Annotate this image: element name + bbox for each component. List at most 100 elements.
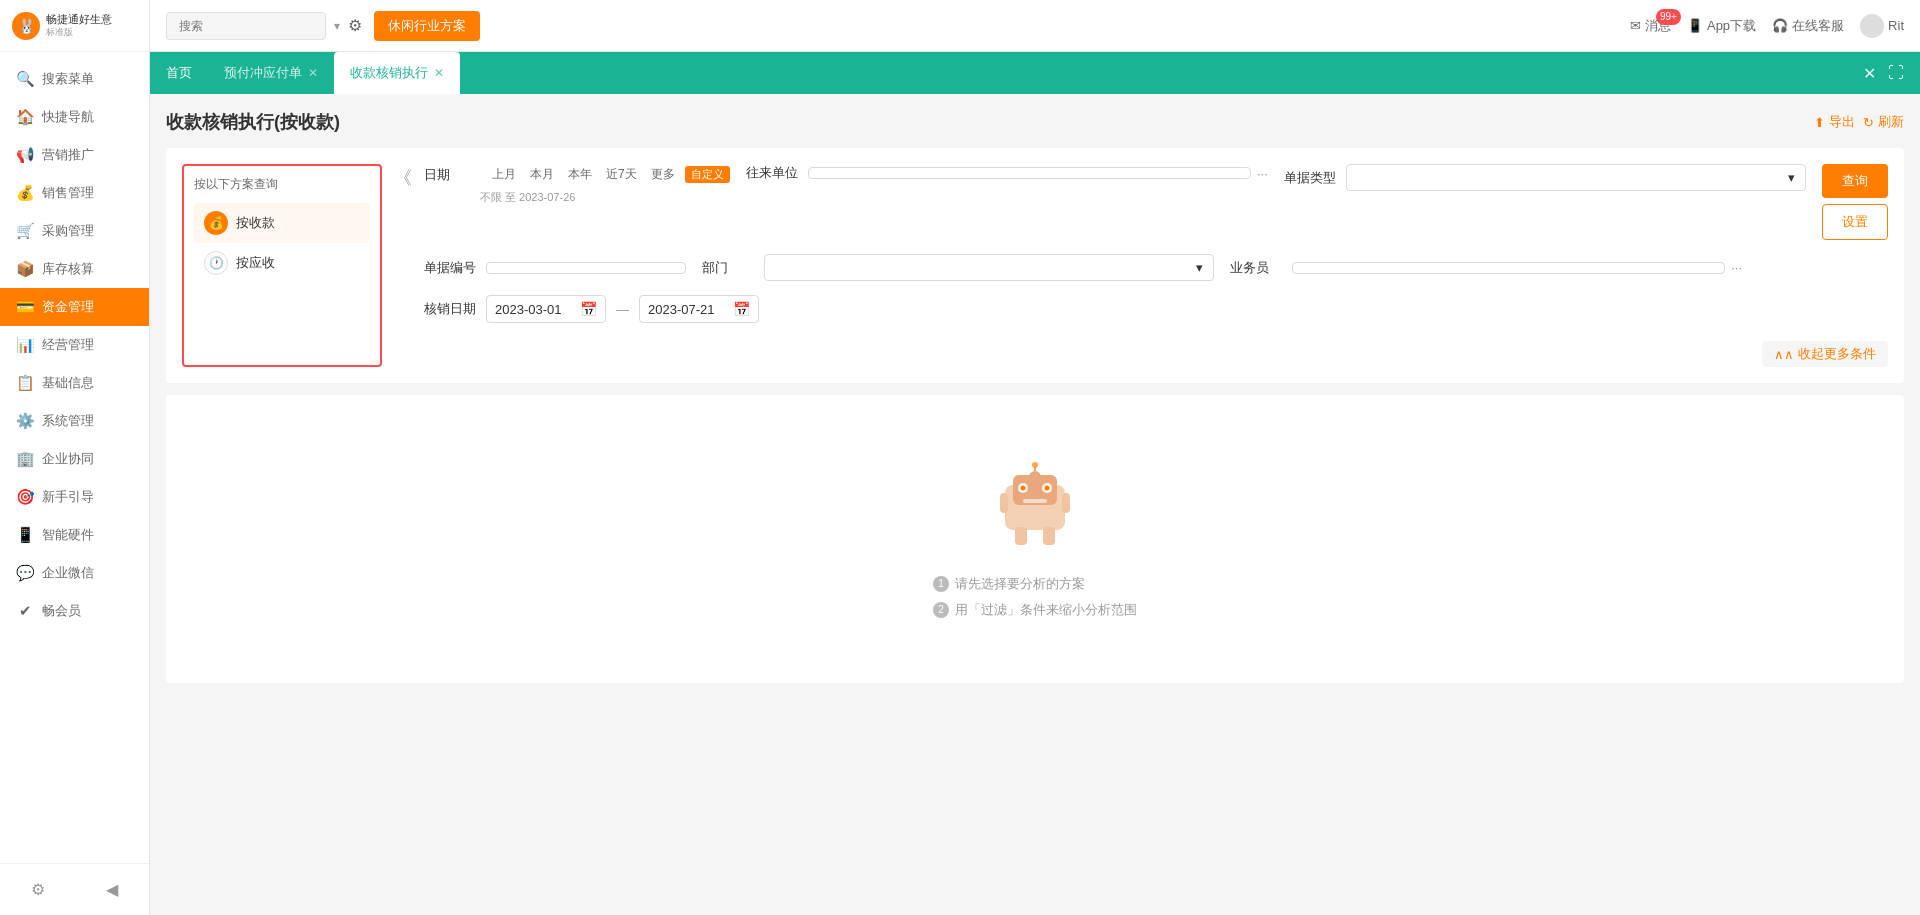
sidebar-item-search[interactable]: 🔍 搜索菜单 [0, 60, 149, 98]
writeoff-date-end[interactable]: 2023-07-21 📅 [639, 295, 759, 323]
tab-writeoff[interactable]: 收款核销执行 ✕ [334, 52, 460, 94]
message-button[interactable]: ✉ 消息 99+ [1630, 17, 1671, 35]
settings-bottom-icon[interactable]: ⚙ [27, 876, 49, 903]
filter-settings-button[interactable]: 设置 [1822, 204, 1888, 240]
marketing-label: 营销推广 [42, 146, 94, 164]
filter-by-receipt[interactable]: 💰 按收款 [194, 203, 370, 243]
date-this-month[interactable]: 本月 [526, 164, 558, 185]
sidebar-item-vip[interactable]: ✔ 畅会员 [0, 592, 149, 630]
svg-point-11 [1029, 471, 1041, 483]
tab-prepay-close[interactable]: ✕ [308, 66, 318, 80]
writeoff-date-start[interactable]: 2023-03-01 📅 [486, 295, 606, 323]
tab-prepay[interactable]: 预付冲应付单 ✕ [208, 52, 334, 94]
sidebar-item-basic[interactable]: 📋 基础信息 [0, 364, 149, 402]
svg-rect-7 [1000, 493, 1008, 513]
inventory-label: 库存核算 [42, 260, 94, 278]
quicknav-label: 快捷导航 [42, 108, 94, 126]
doc-type-dropdown-icon: ▾ [1788, 170, 1795, 185]
doc-type-select[interactable]: ▾ [1346, 164, 1806, 191]
query-button[interactable]: 查询 [1822, 164, 1888, 198]
app-download-button[interactable]: 📱 App下载 [1687, 17, 1756, 35]
sidebar-item-sales[interactable]: 💰 销售管理 [0, 174, 149, 212]
svg-rect-6 [1023, 499, 1047, 503]
date-dash: — [616, 302, 629, 317]
sidebar-bottom: ⚙ ◀ [0, 863, 149, 915]
staff-input[interactable] [1292, 262, 1725, 274]
tab-bar-extra: ✕ ⛶ [1859, 60, 1920, 87]
filter-more-row: ∧∧ 收起更多条件 [424, 337, 1888, 367]
wechat-icon: 💬 [16, 564, 34, 582]
staff-dots[interactable]: ··· [1731, 260, 1742, 275]
tab-writeoff-label: 收款核销执行 [350, 64, 428, 82]
date-more[interactable]: 更多 [647, 164, 679, 185]
counterparty-dots[interactable]: ··· [1257, 166, 1268, 181]
svg-rect-9 [1015, 527, 1027, 545]
writeoff-end-cal-icon: 📅 [733, 301, 750, 317]
message-icon: ✉ [1630, 18, 1641, 33]
sidebar-item-finance[interactable]: 💳 资金管理 [0, 288, 149, 326]
empty-tip-2: 2 用「过滤」条件来缩小分析范围 [933, 597, 1137, 623]
online-service-button[interactable]: 🎧 在线客服 [1772, 17, 1844, 35]
user-avatar [1860, 14, 1884, 38]
empty-illustration [985, 455, 1085, 555]
tab-writeoff-close[interactable]: ✕ [434, 66, 444, 80]
refresh-icon: ↻ [1863, 115, 1874, 130]
empty-tips: 1 请先选择要分析的方案 2 用「过滤」条件来缩小分析范围 [933, 571, 1137, 623]
system-label: 系统管理 [42, 412, 94, 430]
tab-bar: 首页 预付冲应付单 ✕ 收款核销执行 ✕ ✕ ⛶ [150, 52, 1920, 94]
user-avatar-area[interactable]: Rit [1860, 14, 1904, 38]
empty-state: 1 请先选择要分析的方案 2 用「过滤」条件来缩小分析范围 [166, 395, 1904, 683]
counterparty-input[interactable] [808, 167, 1251, 179]
tab-home[interactable]: 首页 [150, 52, 208, 94]
filter-collapse-button[interactable]: 《 [394, 166, 412, 190]
filter-left-panel: 按以下方案查询 💰 按收款 🕐 按应收 [182, 164, 382, 367]
solution-button[interactable]: 休闲行业方案 [374, 11, 480, 41]
doc-no-input[interactable] [486, 262, 686, 274]
export-button[interactable]: ⬆ 导出 [1814, 113, 1855, 131]
collapse-sidebar-icon[interactable]: ◀ [102, 876, 122, 903]
sidebar-item-quicknav[interactable]: 🏠 快捷导航 [0, 98, 149, 136]
tip-text-1: 请先选择要分析的方案 [955, 571, 1085, 597]
service-icon: 🎧 [1772, 18, 1788, 33]
doc-no-label: 单据编号 [424, 259, 480, 277]
header-gear-icon[interactable]: ⚙ [348, 16, 362, 35]
guide-label: 新手引导 [42, 488, 94, 506]
service-label: 在线客服 [1792, 17, 1844, 35]
tab-expand-button[interactable]: ⛶ [1884, 60, 1908, 86]
date-custom[interactable]: 自定义 [685, 166, 730, 183]
logo-text: 畅捷通好生意 [46, 12, 112, 26]
sidebar-item-wechat[interactable]: 💬 企业微信 [0, 554, 149, 592]
tab-close-all-button[interactable]: ✕ [1859, 60, 1880, 87]
collapse-more-label: 收起更多条件 [1798, 345, 1876, 363]
sidebar-item-inventory[interactable]: 📦 库存核算 [0, 250, 149, 288]
filter-by-receivable[interactable]: 🕐 按应收 [194, 243, 370, 283]
date-this-year[interactable]: 本年 [564, 164, 596, 185]
svg-point-13 [1032, 462, 1038, 468]
hardware-label: 智能硬件 [42, 526, 94, 544]
sidebar-item-purchase[interactable]: 🛒 采购管理 [0, 212, 149, 250]
tip-num-1: 1 [933, 576, 949, 592]
sidebar-item-hardware[interactable]: 📱 智能硬件 [0, 516, 149, 554]
sidebar-item-marketing[interactable]: 📢 营销推广 [0, 136, 149, 174]
tip-num-2: 2 [933, 602, 949, 618]
marketing-icon: 📢 [16, 146, 34, 164]
header-search-input[interactable] [166, 12, 326, 40]
sidebar-nav: 🔍 搜索菜单 🏠 快捷导航 📢 营销推广 💰 销售管理 🛒 采购管理 📦 库存核… [0, 52, 149, 863]
date-prev-month[interactable]: 上月 [488, 164, 520, 185]
collapse-more-button[interactable]: ∧∧ 收起更多条件 [1762, 341, 1888, 367]
export-label: 导出 [1829, 113, 1855, 131]
sidebar-item-enterprise[interactable]: 🏢 企业协同 [0, 440, 149, 478]
date-last7[interactable]: 近7天 [602, 164, 641, 185]
receipt-icon: 💰 [204, 211, 228, 235]
header-search-area: ▾ ⚙ [166, 12, 362, 40]
search-label: 搜索菜单 [42, 70, 94, 88]
refresh-button[interactable]: ↻ 刷新 [1863, 113, 1904, 131]
dept-select[interactable]: ▾ [764, 254, 1214, 281]
sidebar-item-guide[interactable]: 🎯 新手引导 [0, 478, 149, 516]
tab-home-label: 首页 [166, 64, 192, 82]
operation-label: 经营管理 [42, 336, 94, 354]
header-dropdown-icon[interactable]: ▾ [334, 19, 340, 33]
dept-label: 部门 [702, 259, 758, 277]
sidebar-item-operation[interactable]: 📊 经营管理 [0, 326, 149, 364]
sidebar-item-system[interactable]: ⚙️ 系统管理 [0, 402, 149, 440]
